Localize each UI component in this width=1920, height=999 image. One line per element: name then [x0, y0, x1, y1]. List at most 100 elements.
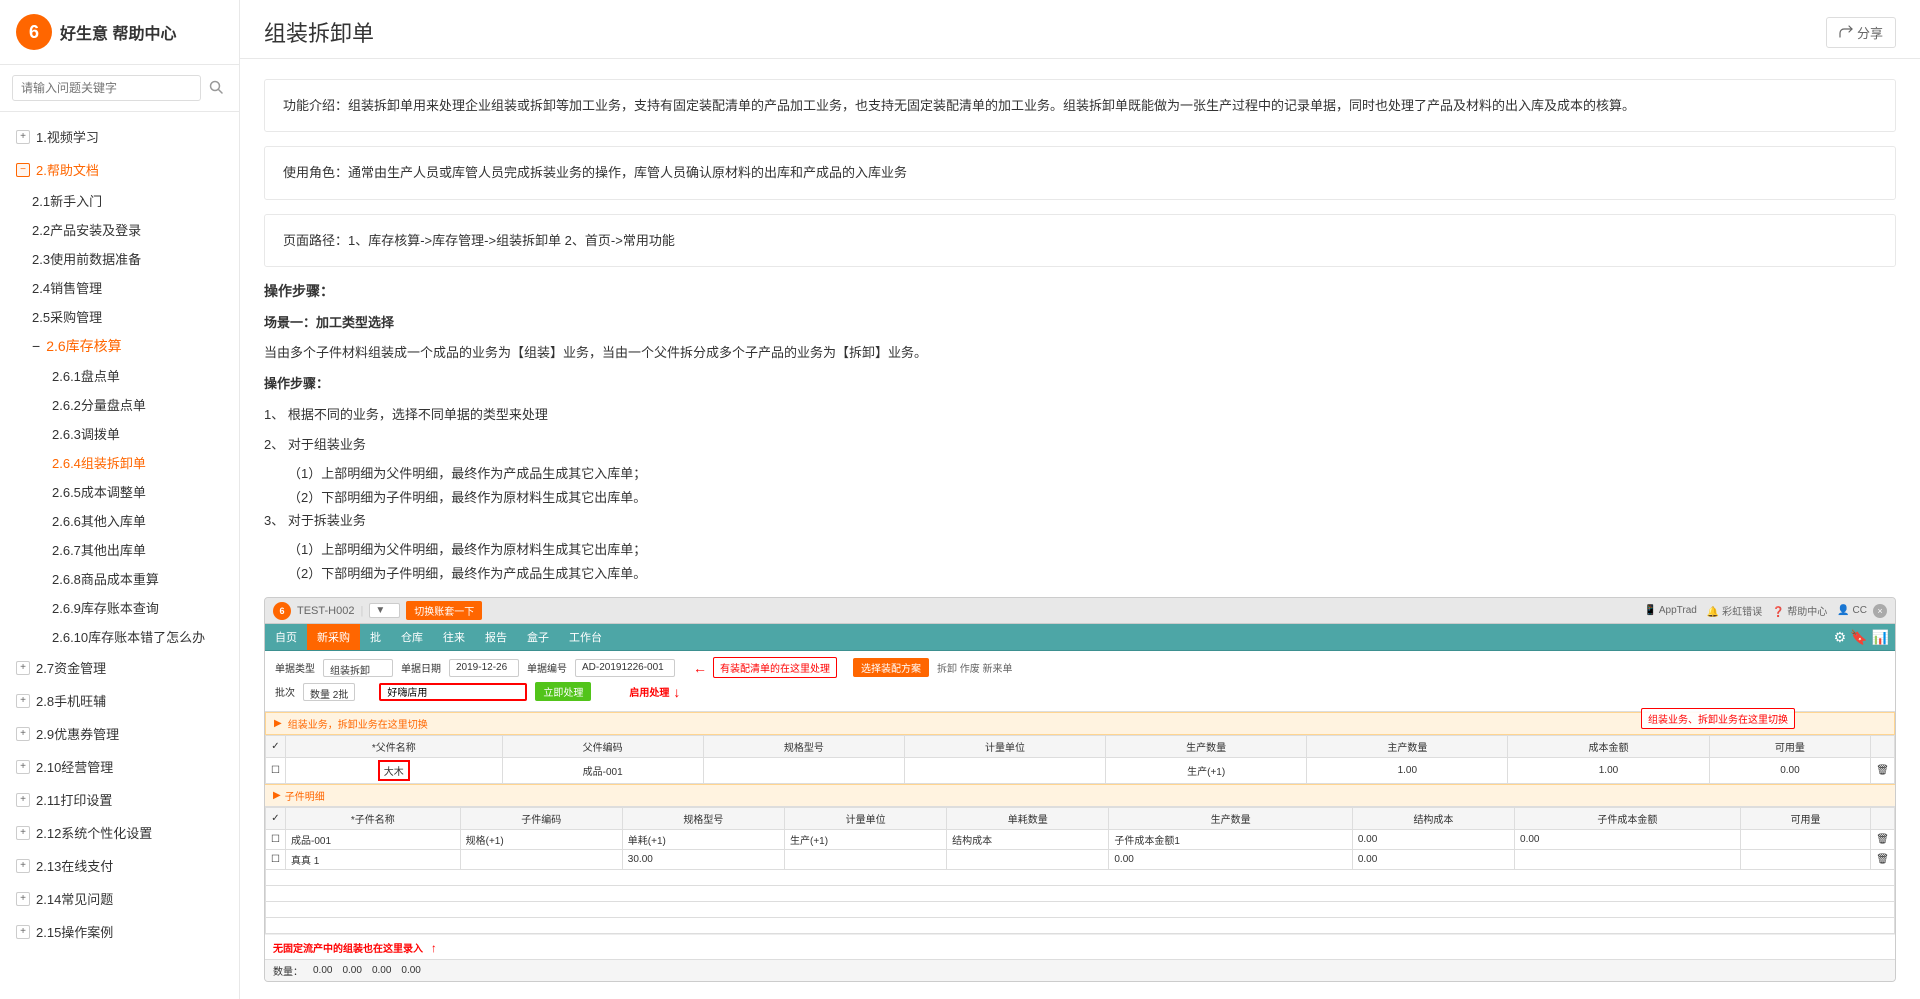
sidebar-item-transfer[interactable]: 2.6.3调拨单 — [52, 419, 239, 448]
sidebar-item-settings[interactable]: + 2.12系统个性化设置 — [0, 816, 239, 849]
step-2: 2、 对于组装业务 — [264, 433, 1896, 456]
sidebar-item-stock-book-error[interactable]: 2.6.10库存账本错了怎么办 — [52, 622, 239, 651]
ss-lower-table: ✓ *子件名称 子件编码 规格型号 计量单位 单耗数量 生产数量 结构成本 子件… — [265, 807, 1895, 934]
ss-lower-td-strcost2: 0.00 — [1352, 850, 1514, 870]
share-button[interactable]: 分享 — [1826, 17, 1896, 48]
ss-close-icon[interactable]: × — [1873, 604, 1887, 618]
ss-form-field-area — [379, 683, 527, 701]
info-block-path: 页面路径：1、库存核算->库存管理->组装拆卸单 2、首页->常用功能 — [264, 214, 1896, 267]
ss-th-action — [1871, 736, 1895, 758]
ss-switch-btn[interactable]: 切换账套一下 — [406, 601, 482, 620]
sidebar-item-payment[interactable]: + 2.13在线支付 — [0, 849, 239, 882]
sidebar-item-sales[interactable]: 2.4销售管理 — [32, 273, 239, 302]
search-input[interactable] — [12, 75, 201, 101]
ss-lower-td-del1[interactable]: 🗑 — [1871, 830, 1895, 850]
ss-lower-row-2: ☐ 真真 1 30.00 0.00 0.00 🗑 — [266, 850, 1895, 870]
ss-td-avail: 0.00 — [1709, 758, 1871, 784]
ss-nav-workbench[interactable]: 工作台 — [559, 624, 612, 650]
ss-nav-warehouse[interactable]: 仓库 — [391, 624, 433, 650]
ss-topbar: 6 TEST-H002 | ▼ 切换账套一下 📱 AppTrad 🔔 彩虹错误 … — [265, 598, 1895, 624]
sidebar-item-other-in[interactable]: 2.6.6其他入库单 — [52, 506, 239, 535]
sidebar-item-purchase[interactable]: 2.5采购管理 — [32, 302, 239, 331]
ss-th-check: ✓ — [266, 736, 286, 758]
path-text: 页面路径：1、库存核算->库存管理->组装拆卸单 2、首页->常用功能 — [283, 233, 675, 248]
ss-lower-row-3 — [266, 870, 1895, 886]
step-2-num: 2、 — [264, 437, 284, 452]
ss-nav-report[interactable]: 报告 — [475, 624, 517, 650]
ss-lower-header: ▶ 子件明细 — [265, 784, 1895, 807]
sidebar-item-newbie[interactable]: 2.1新手入门 — [32, 186, 239, 215]
sidebar-item-assembly[interactable]: 2.6.4组装拆卸单 — [52, 448, 239, 477]
sidebar-item-docs[interactable]: − 2.帮助文档 — [0, 153, 239, 186]
sidebar-item-install[interactable]: 2.2产品安装及登录 — [32, 215, 239, 244]
ss-nav-relations[interactable]: 往来 — [433, 624, 475, 650]
ss-lower-td-spec1: 单耗(+1) — [622, 830, 784, 850]
ss-td-costamt: 1.00 — [1508, 758, 1709, 784]
sidebar-item-label: 2.7资金管理 — [36, 658, 106, 677]
logo-icon: 6 — [16, 14, 52, 50]
sidebar-item-label: 2.12系统个性化设置 — [36, 823, 152, 842]
sidebar-item-label: 2.14常见问题 — [36, 889, 113, 908]
sidebar-item-other-out[interactable]: 2.6.7其他出库单 — [52, 535, 239, 564]
sidebar-item-label: 2.9优惠券管理 — [36, 724, 119, 743]
sidebar-item-mobile[interactable]: + 2.8手机旺辅 — [0, 684, 239, 717]
sidebar-item-cases[interactable]: + 2.15操作案例 — [0, 915, 239, 948]
ss-lower-td-del2[interactable]: 🗑 — [1871, 850, 1895, 870]
step-1-num: 1、 — [264, 407, 284, 422]
plus-icon: + — [16, 892, 30, 906]
ss-date-label: 单据日期 — [401, 660, 441, 675]
search-button[interactable] — [205, 76, 227, 101]
sidebar-item-dataprep[interactable]: 2.3使用前数据准备 — [32, 244, 239, 273]
ss-nav-batch[interactable]: 批 — [360, 624, 391, 650]
step-1: 1、 根据不同的业务，选择不同单据的类型来处理 — [264, 403, 1896, 426]
ss-lower-th-unit: 计量单位 — [784, 808, 946, 830]
ss-type-input[interactable]: 组装拆卸 — [323, 659, 393, 677]
ss-nav-home[interactable]: 自页 — [265, 624, 307, 650]
ss-nav-tools[interactable]: 盒子 — [517, 624, 559, 650]
sidebar-item-cost-recalc[interactable]: 2.6.8商品成本重算 — [52, 564, 239, 593]
ss-name-input-red[interactable]: 大木 — [378, 760, 410, 781]
scenario-desc: 当由多个子件材料组装成一个成品的业务为【组装】业务，当由一个父件拆分成多个子产品… — [264, 341, 1896, 364]
sidebar-item-label: 2.帮助文档 — [36, 160, 99, 179]
plus-icon: + — [16, 694, 30, 708]
ss-ok-btn[interactable]: 立即处理 — [535, 682, 591, 701]
ss-lower-header-text: 子件明细 — [285, 788, 325, 803]
ss-qty-val[interactable]: 数量 2批 — [303, 683, 355, 701]
step-2-text: 对于组装业务 — [288, 437, 366, 452]
ss-lower-td-consume1: 结构成本 — [947, 830, 1109, 850]
ss-td-del[interactable]: 🗑 — [1871, 758, 1895, 784]
ss-select-btn[interactable]: 选择装配方案 — [853, 658, 929, 677]
ss-lower-empty-6 — [266, 918, 1895, 934]
step-3-sub-2: （2）下部明细为子件明细，最终作为产成品生成其它入库单。 — [288, 562, 1896, 585]
sidebar-item-inventory[interactable]: − 2.6库存核算 — [32, 331, 239, 361]
sidebar-item-label: 1.视频学习 — [36, 127, 99, 146]
ss-shop-input[interactable] — [379, 683, 527, 701]
sidebar-item-video[interactable]: + 1.视频学习 — [0, 120, 239, 153]
ss-dropdown[interactable]: ▼ — [369, 603, 400, 618]
sidebar-item-finance[interactable]: + 2.7资金管理 — [0, 651, 239, 684]
ops-heading: 操作步骤： — [264, 281, 1896, 301]
ss-upper-table: ✓ *父件名称 父件编码 规格型号 计量单位 生产数量 主产数量 成本金额 可用… — [265, 735, 1895, 784]
ss-lower-th-subcost: 子件成本金额 — [1515, 808, 1741, 830]
sidebar-item-faq[interactable]: + 2.14常见问题 — [0, 882, 239, 915]
nav-tree: + 1.视频学习 − 2.帮助文档 2.1新手入门 2.2产品安装及登录 2.3… — [0, 112, 239, 999]
ss-subheader-icon: ▶ — [274, 718, 282, 729]
sidebar-item-cost-adjust[interactable]: 2.6.5成本调整单 — [52, 477, 239, 506]
sidebar-sub-list-docs: 2.1新手入门 2.2产品安装及登录 2.3使用前数据准备 2.4销售管理 2.… — [0, 186, 239, 651]
ss-code-input[interactable]: AD-20191226-001 — [575, 659, 675, 677]
ss-side-icon3: 📊 — [1872, 629, 1889, 646]
sidebar-item-print[interactable]: + 2.11打印设置 — [0, 783, 239, 816]
sidebar-item-ops[interactable]: + 2.10经营管理 — [0, 750, 239, 783]
ss-lower-th-prodqty: 生产数量 — [1109, 808, 1352, 830]
ss-lower-td-unit2 — [784, 850, 946, 870]
sidebar-item-stock-book[interactable]: 2.6.9库存账本查询 — [52, 593, 239, 622]
ss-date-input[interactable]: 2019-12-26 — [449, 659, 519, 677]
sidebar-item-stocktake[interactable]: 2.6.1盘点单 — [52, 361, 239, 390]
ss-nav-purchase[interactable]: 新采购 — [307, 624, 360, 650]
step-2-sub-1: （1）上部明细为父件明细，最终作为产成品生成其它入库单； — [288, 462, 1896, 485]
sidebar-item-coupon[interactable]: + 2.9优惠券管理 — [0, 717, 239, 750]
ss-td-parent-name: 大木 — [286, 758, 503, 784]
sidebar-item-partial-stocktake[interactable]: 2.6.2分量盘点单 — [52, 390, 239, 419]
step-3-sub-1: （1）上部明细为父件明细，最终作为原材料生成其它出库单； — [288, 538, 1896, 561]
ss-company: TEST-H002 — [297, 605, 354, 617]
